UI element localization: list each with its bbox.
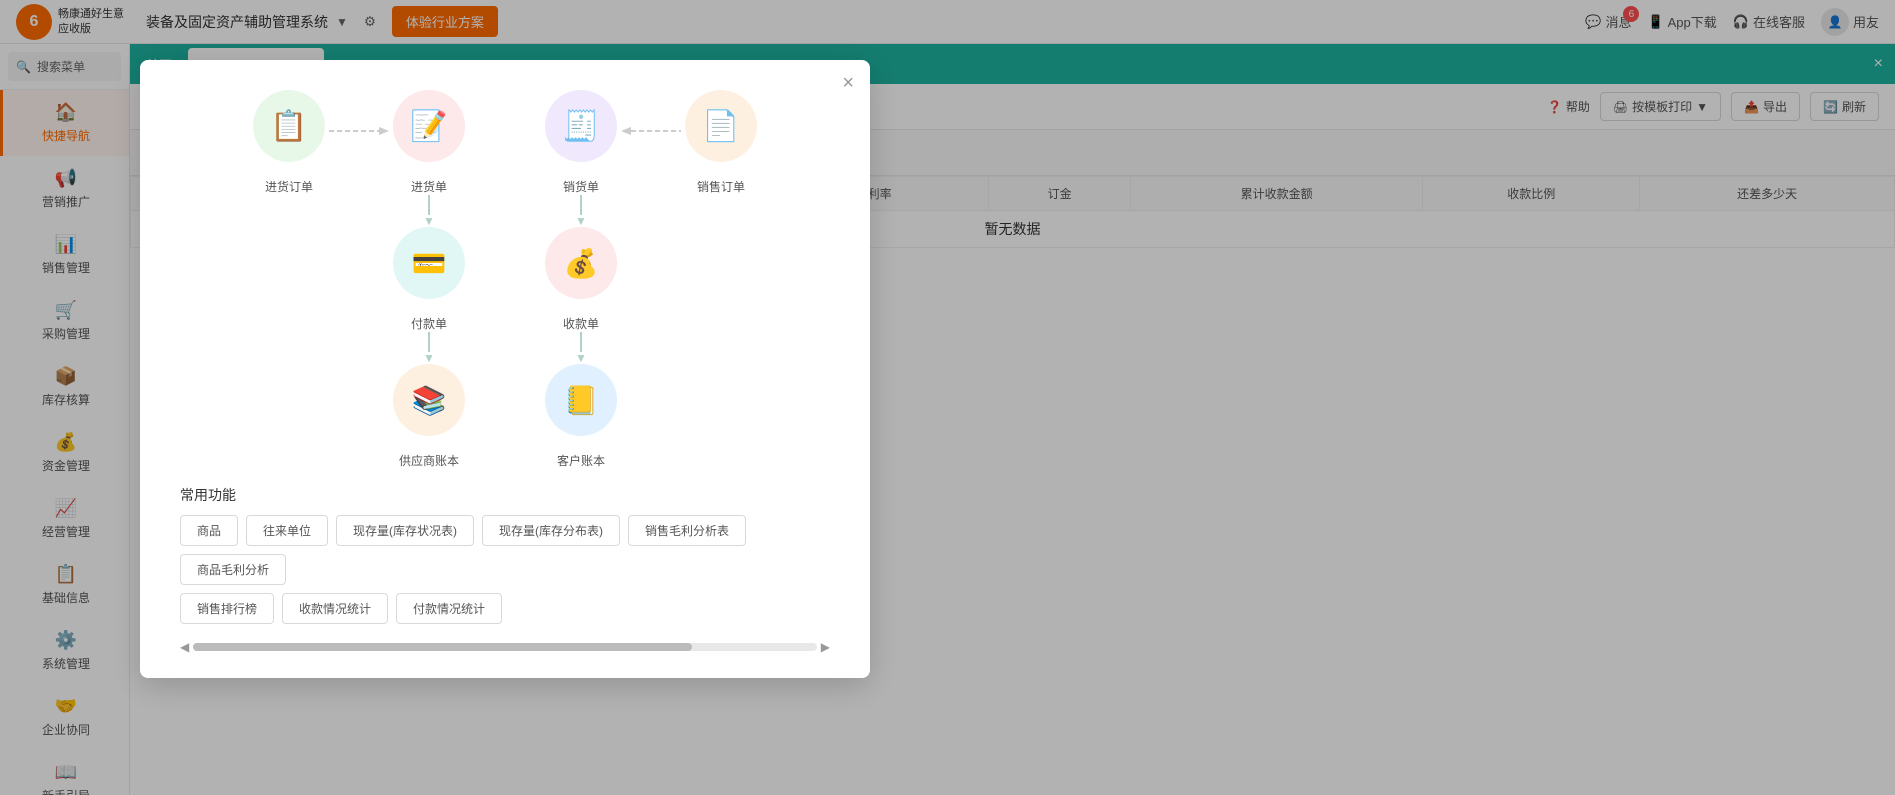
flow-row-3: 📚 供应商账本 📒 客户账本 [180,364,830,469]
flow-node-payment-out[interactable]: 💳 付款单 [393,227,465,332]
vline-2 [580,195,582,215]
customer-account-icon: 📒 [545,364,617,436]
modal-box: × 📋 进货订单 [140,60,870,678]
func-btn-product[interactable]: 商品 [180,515,238,546]
sp3 [465,332,545,364]
common-buttons-row-2: 销售排行榜 收款情况统计 付款情况统计 [180,593,830,624]
vdown-4: ▼ [575,352,587,364]
func-btn-sales-rank[interactable]: 销售排行榜 [180,593,274,624]
dashed-arrow-left-svg [621,124,681,138]
scroll-left-btn[interactable]: ◀ [180,640,189,654]
sales-bill-icon: 🧾 [545,90,617,162]
payment-out-label: 付款单 [411,315,447,332]
flow-node-sales-order[interactable]: 📄 销售订单 [685,90,757,195]
sales-order-label: 销售订单 [697,178,745,195]
scroll-track[interactable] [193,643,817,651]
flow-node-sales-bill[interactable]: 🧾 销货单 [545,90,617,195]
spacer-3 [617,195,677,227]
arrow-down-purchase-bill: ▼ [393,195,465,227]
vdown-3: ▼ [423,352,435,364]
common-functions: 常用功能 商品 往来单位 现存量(库存状况表) 现存量(库存分布表) 销售毛利分… [180,485,830,624]
supplier-account-label: 供应商账本 [399,452,459,469]
sales-bill-label: 销货单 [563,178,599,195]
func-btn-stock-status[interactable]: 现存量(库存状况表) [336,515,474,546]
vline-4 [580,332,582,352]
func-btn-product-gross[interactable]: 商品毛利分析 [180,554,286,585]
flow-node-purchase-order[interactable]: 📋 进货订单 [253,90,325,195]
func-btn-collection-stats[interactable]: 收款情况统计 [282,593,388,624]
purchase-bill-label: 进货单 [411,178,447,195]
purchase-order-icon: 📋 [253,90,325,162]
purchase-order-label: 进货订单 [265,178,313,195]
vline-3 [428,332,430,352]
scroll-thumb [193,643,692,651]
vdown-2: ▼ [575,215,587,227]
arrow-down-row-2: ▼ ▼ [180,332,830,364]
arrow-down-payment-out: ▼ [393,332,465,364]
supplier-account-icon: 📚 [393,364,465,436]
flow-diagram: 📋 进货订单 📝 进货单 [170,90,840,658]
func-btn-stock-dist[interactable]: 现存量(库存分布表) [482,515,620,546]
scroll-right-btn[interactable]: ▶ [821,640,830,654]
arrow-down-1-area [261,195,333,227]
sales-order-icon: 📄 [685,90,757,162]
arrow-down-sales-bill: ▼ [545,195,617,227]
flow-node-supplier-account[interactable]: 📚 供应商账本 [393,364,465,469]
customer-account-label: 客户账本 [557,452,605,469]
arrow-h-1 [329,124,389,162]
func-btn-sales-gross[interactable]: 销售毛利分析表 [628,515,746,546]
payment-in-icon: 💰 [545,227,617,299]
flow-node-customer-account[interactable]: 📒 客户账本 [545,364,617,469]
func-btn-counterpart[interactable]: 往来单位 [246,515,328,546]
spacer-4 [677,195,749,227]
spacer-2 [465,195,545,227]
flow-row-2: 💳 付款单 💰 收款单 [180,227,830,332]
common-buttons-row-1: 商品 往来单位 现存量(库存状况表) 现存量(库存分布表) 销售毛利分析表 商品… [180,515,830,585]
dashed-arrow-svg [329,124,389,138]
flow-node-payment-in[interactable]: 💰 收款单 [545,227,617,332]
payment-in-label: 收款单 [563,315,599,332]
sp2 [333,332,393,364]
func-btn-payment-stats[interactable]: 付款情况统计 [396,593,502,624]
arrow-down-row: ▼ ▼ [180,195,830,227]
sp5 [677,332,749,364]
modal-close-btn[interactable]: × [842,72,854,95]
sp4 [617,332,677,364]
spacer-arrow-1 [333,195,393,227]
vdown-1: ▼ [423,215,435,227]
scrollbar-area: ◀ ▶ [180,636,830,658]
flow-node-purchase-bill[interactable]: 📝 进货单 [393,90,465,195]
modal-overlay[interactable]: × 📋 进货订单 [0,0,1895,795]
arrow-down-payment-in: ▼ [545,332,617,364]
payment-out-icon: 💳 [393,227,465,299]
arrow-h-2 [621,124,681,162]
common-title: 常用功能 [180,485,830,505]
vline-1 [428,195,430,215]
purchase-bill-icon: 📝 [393,90,465,162]
sp1 [261,332,333,364]
